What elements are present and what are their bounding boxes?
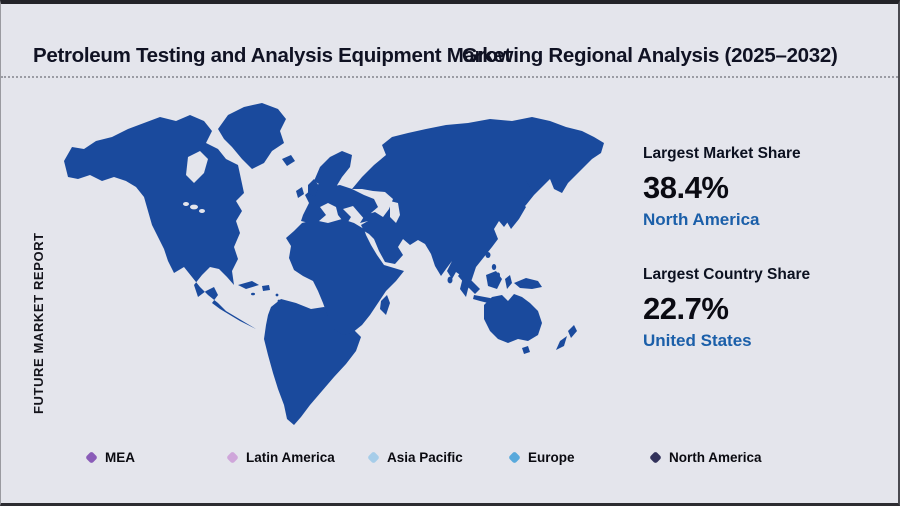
island-greenland	[218, 103, 286, 169]
island-madagascar	[380, 295, 390, 315]
legend-label: Europe	[528, 450, 575, 465]
island-ireland	[296, 187, 304, 198]
island-philippines-2	[496, 272, 500, 278]
island-sulawesi	[505, 275, 512, 289]
legend-marker-icon	[367, 451, 380, 464]
page-title-line1: Petroleum Testing and Analysis Equipment…	[33, 44, 512, 67]
legend-marker-icon	[85, 451, 98, 464]
world-map-svg	[64, 103, 604, 425]
island-new-zealand-north	[568, 325, 577, 338]
great-lakes-3	[183, 202, 189, 206]
island-cuba	[238, 281, 259, 289]
dotted-divider	[1, 76, 898, 78]
island-new-zealand-south	[556, 336, 567, 350]
world-map	[56, 89, 616, 429]
legend-label: North America	[669, 450, 762, 465]
legend-item-north-america: North America	[649, 450, 792, 465]
legend: MEA Latin America Asia Pacific Europe No…	[85, 450, 792, 465]
island-tasmania	[522, 346, 530, 354]
legend-label: MEA	[105, 450, 135, 465]
page-title-line2: Growing Regional Analysis (2025–2032)	[462, 44, 838, 67]
island-antilles-1	[275, 293, 279, 297]
island-sri-lanka	[447, 276, 453, 284]
great-lakes-1	[190, 204, 198, 210]
island-taiwan	[485, 252, 491, 258]
legend-item-asia-pacific: Asia Pacific	[367, 450, 510, 465]
legend-item-europe: Europe	[508, 450, 651, 465]
legend-label: Latin America	[246, 450, 335, 465]
island-hispaniola	[262, 285, 270, 291]
legend-item-mea: MEA	[85, 450, 228, 465]
legend-item-latin-america: Latin America	[226, 450, 369, 465]
stat-label: Largest Country Share	[643, 266, 811, 283]
island-antilles-2	[277, 299, 281, 303]
region-scandinavia	[314, 151, 352, 187]
legend-label: Asia Pacific	[387, 450, 463, 465]
continent-australia	[484, 294, 542, 343]
stat-value: 22.7%	[643, 291, 729, 326]
legend-marker-icon	[226, 451, 239, 464]
stat-value: 38.4%	[643, 170, 729, 205]
stat-largest-market-share: Largest Market Share 38.4% North America	[643, 145, 893, 230]
report-infographic: Petroleum Testing and Analysis Equipment…	[0, 0, 900, 506]
legend-marker-icon	[649, 451, 662, 464]
island-new-guinea	[514, 278, 542, 289]
stat-largest-country-share: Largest Country Share 22.7% United State…	[643, 266, 893, 351]
legend-marker-icon	[508, 451, 521, 464]
watermark-text: FUTURE MARKET REPORT	[31, 232, 46, 415]
stat-region: North America	[643, 210, 760, 229]
stat-label: Largest Market Share	[643, 145, 801, 162]
island-iceland	[282, 155, 295, 166]
stat-region: United States	[643, 331, 752, 350]
great-lakes-2	[199, 209, 205, 213]
continents	[64, 103, 604, 425]
island-philippines-1	[491, 264, 497, 270]
island-jamaica	[251, 292, 255, 296]
